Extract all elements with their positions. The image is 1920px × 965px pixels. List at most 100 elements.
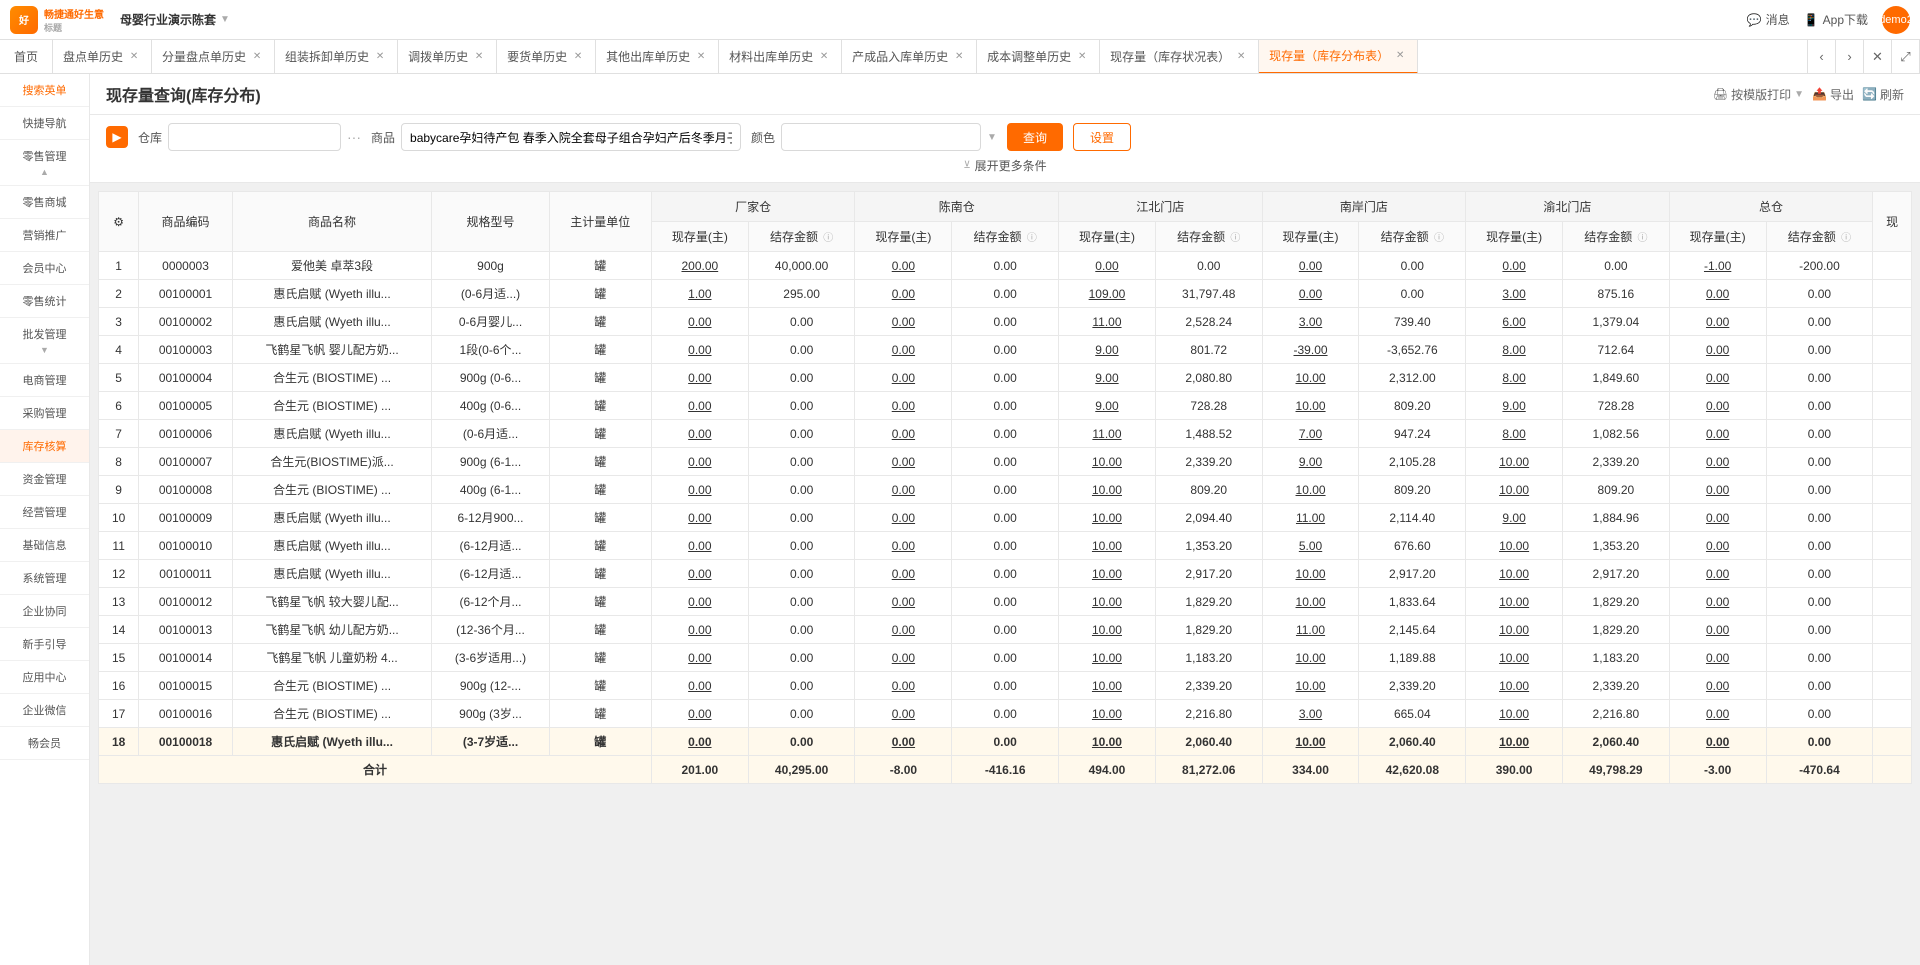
export-btn[interactable]: 📤 导出 bbox=[1812, 86, 1854, 103]
sidebar-search[interactable]: 搜索英单 bbox=[0, 74, 89, 107]
sidebar-item-retail-mgmt[interactable]: 零售管理 ▲ bbox=[0, 140, 89, 186]
tab-expand-btn[interactable]: ⤢ bbox=[1892, 40, 1920, 74]
tab-2[interactable]: 分量盘点单历史 ✕ bbox=[152, 40, 275, 74]
sidebar-item-purchase[interactable]: 采购管理 bbox=[0, 397, 89, 430]
th-spec: 规格型号 bbox=[432, 192, 549, 252]
tab-close-all-btn[interactable]: ✕ bbox=[1864, 40, 1892, 74]
main-layout: 搜索英单 快捷导航 零售管理 ▲ 零售商城 营销推广 会员中心 零售统计 批发管… bbox=[0, 74, 1920, 965]
tab-11-close[interactable]: ✕ bbox=[1393, 49, 1407, 63]
th-jb-amt: 结存金额 ⓘ bbox=[1155, 222, 1262, 252]
sidebar-item-finance[interactable]: 资金管理 bbox=[0, 463, 89, 496]
sidebar-item-operations[interactable]: 经营管理 bbox=[0, 496, 89, 529]
th-name: 商品名称 bbox=[232, 192, 432, 252]
product-field: 商品 bbox=[371, 123, 741, 151]
table-row: 1200100011惠氏启赋 (Wyeth illu...(6-12月适...罐… bbox=[99, 560, 1912, 588]
summary-yb-amt: 49,798.29 bbox=[1563, 756, 1670, 784]
header-actions: 🖨 按模版打印 ▼ 📤 导出 🔄 刷新 bbox=[1713, 86, 1904, 103]
tab-7[interactable]: 材料出库单历史 ✕ bbox=[719, 40, 842, 74]
summary-tot-qty: -3.00 bbox=[1669, 756, 1766, 784]
tab-6-close[interactable]: ✕ bbox=[694, 50, 708, 64]
color-field: 颜色 ▼ bbox=[751, 123, 997, 151]
tab-1[interactable]: 盘点单历史 ✕ bbox=[53, 40, 152, 74]
org-selector[interactable]: 母婴行业演示陈套 ▼ bbox=[120, 11, 230, 28]
app-download-btn[interactable]: 📱 App下载 bbox=[1804, 11, 1868, 28]
logo-area: 好 畅捷通好生意 标题 母婴行业演示陈套 ▼ bbox=[10, 6, 230, 34]
th-total-group: 总仓 bbox=[1669, 192, 1873, 222]
th-settings[interactable]: ⚙ bbox=[99, 192, 139, 252]
tab-prev-btn[interactable]: ‹ bbox=[1808, 40, 1836, 74]
sidebar-item-retail-shop[interactable]: 零售商城 bbox=[0, 186, 89, 219]
table-row: 500100004合生元 (BIOSTIME) ...900g (0-6...罐… bbox=[99, 364, 1912, 392]
sidebar-item-membership[interactable]: 畅会员 bbox=[0, 727, 89, 760]
print-dropdown-icon: ▼ bbox=[1794, 89, 1804, 100]
tab-8[interactable]: 产成品入库单历史 ✕ bbox=[842, 40, 977, 74]
printer-icon: 🖨 bbox=[1713, 87, 1728, 101]
tab-4-close[interactable]: ✕ bbox=[472, 50, 486, 64]
tab-bar: 首页 盘点单历史 ✕ 分量盘点单历史 ✕ 组装拆卸单历史 ✕ 调拨单历史 ✕ 要… bbox=[0, 40, 1920, 74]
th-na-amt: 结存金额 ⓘ bbox=[1359, 222, 1466, 252]
tab-4[interactable]: 调拨单历史 ✕ bbox=[398, 40, 497, 74]
table-row: 1600100015合生元 (BIOSTIME) ...900g (12-...… bbox=[99, 672, 1912, 700]
tab-7-close[interactable]: ✕ bbox=[817, 50, 831, 64]
color-input[interactable] bbox=[781, 123, 981, 151]
th-jb-qty: 现存量(主) bbox=[1059, 222, 1156, 252]
summary-yb-qty: 390.00 bbox=[1466, 756, 1563, 784]
color-dropdown-icon[interactable]: ▼ bbox=[987, 132, 997, 143]
table-row: 300100002惠氏启赋 (Wyeth illu...0-6月婴儿...罐0.… bbox=[99, 308, 1912, 336]
table-row: 900100008合生元 (BIOSTIME) ...400g (6-1...罐… bbox=[99, 476, 1912, 504]
tab-5[interactable]: 要货单历史 ✕ bbox=[497, 40, 596, 74]
filter-expand-btn[interactable]: ⊻ 展开更多条件 bbox=[106, 157, 1904, 174]
gear-icon[interactable]: ⚙ bbox=[113, 215, 124, 229]
avatar: demo2 bbox=[1882, 6, 1910, 34]
sidebar-item-wholesale[interactable]: 批发管理 ▼ bbox=[0, 318, 89, 364]
filter-toggle-btn[interactable]: ▶ bbox=[106, 126, 128, 148]
tab-8-close[interactable]: ✕ bbox=[952, 50, 966, 64]
sidebar-item-apps[interactable]: 应用中心 bbox=[0, 661, 89, 694]
summary-jb-qty: 494.00 bbox=[1059, 756, 1156, 784]
content-area: 现存量查询(库存分布) 🖨 按模版打印 ▼ 📤 导出 🔄 刷新 bbox=[90, 74, 1920, 965]
th-current: 现 bbox=[1873, 192, 1912, 252]
sidebar: 搜索英单 快捷导航 零售管理 ▲ 零售商城 营销推广 会员中心 零售统计 批发管… bbox=[0, 74, 90, 965]
user-area[interactable]: demo2 bbox=[1882, 6, 1910, 34]
table-row: 800100007合生元(BIOSTIME)派...900g (6-1...罐0… bbox=[99, 448, 1912, 476]
top-bar: 好 畅捷通好生意 标题 母婴行业演示陈套 ▼ 💬 消息 📱 App下载 demo… bbox=[0, 0, 1920, 40]
warehouse-input[interactable] bbox=[168, 123, 341, 151]
page-header: 现存量查询(库存分布) 🖨 按模版打印 ▼ 📤 导出 🔄 刷新 bbox=[90, 74, 1920, 115]
sidebar-item-ecommerce[interactable]: 电商管理 bbox=[0, 364, 89, 397]
settings-btn[interactable]: 设置 bbox=[1073, 123, 1131, 151]
sidebar-item-basic-info[interactable]: 基础信息 bbox=[0, 529, 89, 562]
th-cn-amt: 结存金额 ⓘ bbox=[952, 222, 1059, 252]
tab-5-close[interactable]: ✕ bbox=[571, 50, 585, 64]
tab-nav-buttons: ‹ › ✕ ⤢ bbox=[1807, 40, 1920, 74]
warehouse-more-icon[interactable]: ··· bbox=[347, 129, 361, 145]
tab-2-close[interactable]: ✕ bbox=[250, 50, 264, 64]
tab-10[interactable]: 现存量（库存状况表） ✕ bbox=[1100, 40, 1259, 74]
sidebar-item-member[interactable]: 会员中心 bbox=[0, 252, 89, 285]
message-btn[interactable]: 💬 消息 bbox=[1747, 11, 1790, 28]
tab-9-close[interactable]: ✕ bbox=[1075, 50, 1089, 64]
tab-3[interactable]: 组装拆卸单历史 ✕ bbox=[275, 40, 398, 74]
tab-3-close[interactable]: ✕ bbox=[373, 50, 387, 64]
sidebar-item-wechat[interactable]: 企业微信 bbox=[0, 694, 89, 727]
product-input[interactable] bbox=[401, 123, 741, 151]
table-row: 1400100013飞鹤星飞帆 幼儿配方奶...(12-36个月...罐0.00… bbox=[99, 616, 1912, 644]
tab-1-close[interactable]: ✕ bbox=[127, 50, 141, 64]
sidebar-shortcut[interactable]: 快捷导航 bbox=[0, 107, 89, 140]
tab-11-active[interactable]: 现存量（库存分布表） ✕ bbox=[1259, 40, 1418, 74]
tab-10-close[interactable]: ✕ bbox=[1234, 50, 1248, 64]
tab-next-btn[interactable]: › bbox=[1836, 40, 1864, 74]
sidebar-item-marketing[interactable]: 营销推广 bbox=[0, 219, 89, 252]
tab-6[interactable]: 其他出库单历史 ✕ bbox=[596, 40, 719, 74]
query-btn[interactable]: 查询 bbox=[1007, 123, 1063, 151]
print-btn[interactable]: 🖨 按模版打印 ▼ bbox=[1713, 86, 1804, 103]
sidebar-item-retail-stats[interactable]: 零售统计 bbox=[0, 285, 89, 318]
sidebar-item-guide[interactable]: 新手引导 bbox=[0, 628, 89, 661]
sidebar-item-system[interactable]: 系统管理 bbox=[0, 562, 89, 595]
sidebar-item-inventory[interactable]: 库存核算 bbox=[0, 430, 89, 463]
refresh-btn[interactable]: 🔄 刷新 bbox=[1862, 86, 1904, 103]
table-row: 600100005合生元 (BIOSTIME) ...400g (0-6...罐… bbox=[99, 392, 1912, 420]
filter-bar: ▶ 仓库 ··· 商品 颜色 ▼ 查询 设置 ⊻ bbox=[90, 115, 1920, 183]
tab-home[interactable]: 首页 bbox=[0, 40, 53, 74]
sidebar-item-collab[interactable]: 企业协同 bbox=[0, 595, 89, 628]
tab-9[interactable]: 成本调整单历史 ✕ bbox=[977, 40, 1100, 74]
